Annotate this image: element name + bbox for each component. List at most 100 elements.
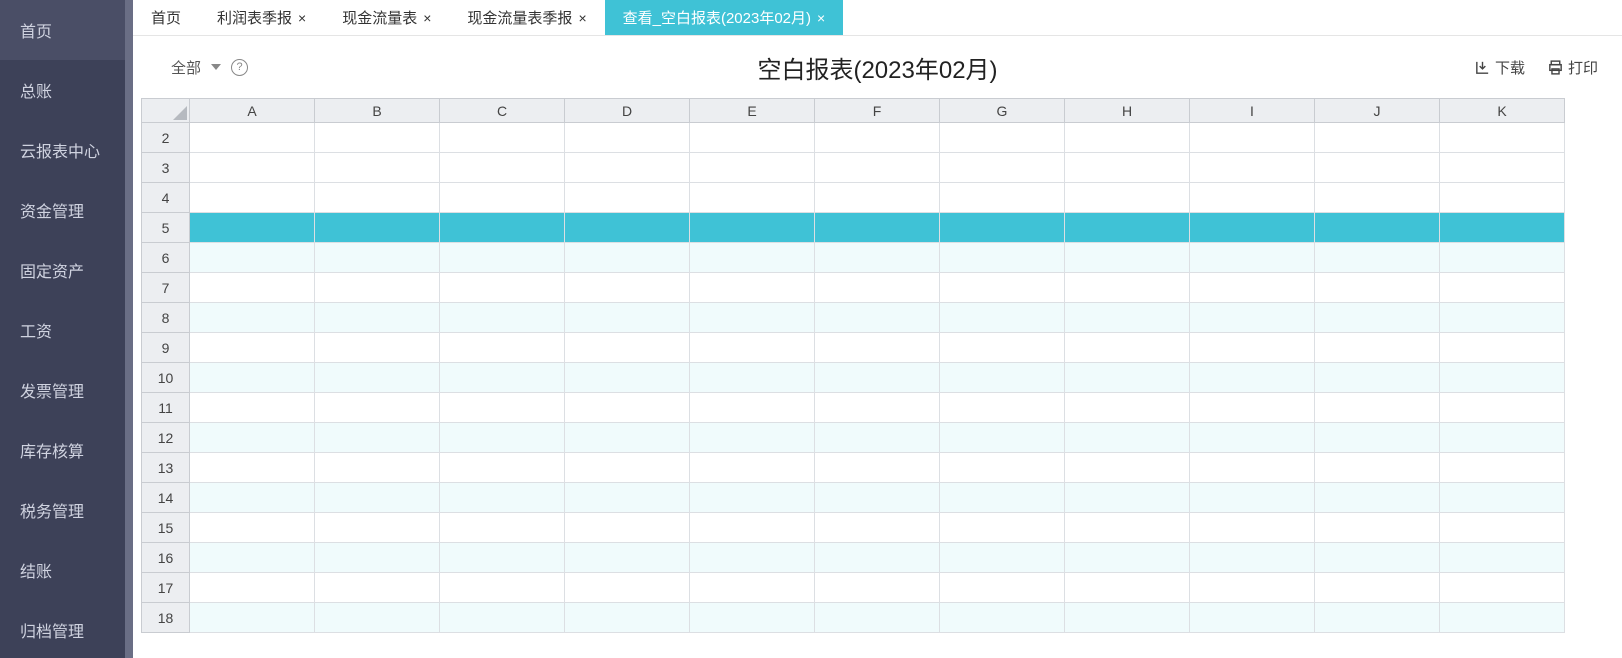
cell[interactable] [1190, 573, 1315, 603]
cell[interactable] [565, 513, 690, 543]
cell[interactable] [1190, 453, 1315, 483]
cell[interactable] [940, 183, 1065, 213]
row-header[interactable]: 5 [142, 213, 190, 243]
cell[interactable] [315, 303, 440, 333]
cell[interactable] [1315, 123, 1440, 153]
cell[interactable] [1315, 393, 1440, 423]
cell[interactable] [315, 213, 440, 243]
cell[interactable] [1440, 603, 1565, 633]
row-header[interactable]: 7 [142, 273, 190, 303]
column-header[interactable]: D [565, 99, 690, 123]
sidebar-item-fixed-assets[interactable]: 固定资产 [0, 240, 133, 300]
column-header[interactable]: G [940, 99, 1065, 123]
row-header[interactable]: 3 [142, 153, 190, 183]
cell[interactable] [190, 243, 315, 273]
cell[interactable] [815, 183, 940, 213]
cell[interactable] [690, 213, 815, 243]
cell[interactable] [1065, 153, 1190, 183]
cell[interactable] [1065, 603, 1190, 633]
cell[interactable] [565, 303, 690, 333]
tab-cashflow-quarterly[interactable]: 现金流量表季报 × [449, 0, 604, 35]
row-header[interactable]: 11 [142, 393, 190, 423]
cell[interactable] [815, 483, 940, 513]
cell[interactable] [1190, 543, 1315, 573]
cell[interactable] [440, 423, 565, 453]
row-header[interactable]: 4 [142, 183, 190, 213]
cell[interactable] [565, 363, 690, 393]
sidebar-item-cloud-report-center[interactable]: 云报表中心 [0, 120, 133, 180]
cell[interactable] [315, 123, 440, 153]
column-header[interactable]: H [1065, 99, 1190, 123]
cell[interactable] [940, 603, 1065, 633]
cell[interactable] [1065, 423, 1190, 453]
cell[interactable] [190, 273, 315, 303]
sidebar-item-home[interactable]: 首页 [0, 0, 133, 60]
cell[interactable] [1315, 573, 1440, 603]
cell[interactable] [1065, 393, 1190, 423]
row-header[interactable]: 13 [142, 453, 190, 483]
cell[interactable] [440, 273, 565, 303]
cell[interactable] [690, 273, 815, 303]
cell[interactable] [1065, 303, 1190, 333]
cell[interactable] [1190, 243, 1315, 273]
cell[interactable] [1440, 183, 1565, 213]
cell[interactable] [440, 393, 565, 423]
close-icon[interactable]: × [578, 11, 586, 25]
cell[interactable] [815, 453, 940, 483]
tab-home[interactable]: 首页 [133, 0, 199, 35]
cell[interactable] [190, 183, 315, 213]
cell[interactable] [1190, 363, 1315, 393]
cell[interactable] [1065, 363, 1190, 393]
cell[interactable] [815, 513, 940, 543]
column-header[interactable]: F [815, 99, 940, 123]
cell[interactable] [940, 333, 1065, 363]
cell[interactable] [190, 603, 315, 633]
cell[interactable] [815, 423, 940, 453]
cell[interactable] [565, 573, 690, 603]
cell[interactable] [1315, 303, 1440, 333]
cell[interactable] [565, 603, 690, 633]
row-header[interactable]: 10 [142, 363, 190, 393]
cell[interactable] [1440, 363, 1565, 393]
sidebar-item-tax-management[interactable]: 税务管理 [0, 480, 133, 540]
cell[interactable] [440, 543, 565, 573]
spreadsheet[interactable]: A B C D E F G H I J K 234567891011121314… [133, 98, 1622, 658]
cell[interactable] [1065, 573, 1190, 603]
cell[interactable] [315, 453, 440, 483]
cell[interactable] [1315, 183, 1440, 213]
close-icon[interactable]: × [298, 11, 306, 25]
cell[interactable] [690, 123, 815, 153]
cell[interactable] [1440, 453, 1565, 483]
cell[interactable] [190, 573, 315, 603]
cell[interactable] [1065, 333, 1190, 363]
cell[interactable] [690, 543, 815, 573]
cell[interactable] [440, 483, 565, 513]
cell[interactable] [1315, 603, 1440, 633]
cell[interactable] [815, 603, 940, 633]
cell[interactable] [1065, 483, 1190, 513]
cell[interactable] [1065, 243, 1190, 273]
cell[interactable] [1315, 543, 1440, 573]
cell[interactable] [1315, 333, 1440, 363]
cell[interactable] [190, 153, 315, 183]
cell[interactable] [690, 183, 815, 213]
cell[interactable] [565, 483, 690, 513]
cell[interactable] [1065, 273, 1190, 303]
cell[interactable] [1190, 483, 1315, 513]
select-all-corner[interactable] [142, 99, 190, 123]
cell[interactable] [190, 513, 315, 543]
cell[interactable] [940, 573, 1065, 603]
cell[interactable] [1315, 453, 1440, 483]
cell[interactable] [1440, 393, 1565, 423]
row-header[interactable]: 12 [142, 423, 190, 453]
cell[interactable] [565, 123, 690, 153]
cell[interactable] [1190, 123, 1315, 153]
cell[interactable] [1190, 213, 1315, 243]
column-header[interactable]: E [690, 99, 815, 123]
cell[interactable] [190, 393, 315, 423]
cell[interactable] [440, 213, 565, 243]
cell[interactable] [440, 603, 565, 633]
row-header[interactable]: 16 [142, 543, 190, 573]
cell[interactable] [1440, 573, 1565, 603]
cell[interactable] [315, 483, 440, 513]
